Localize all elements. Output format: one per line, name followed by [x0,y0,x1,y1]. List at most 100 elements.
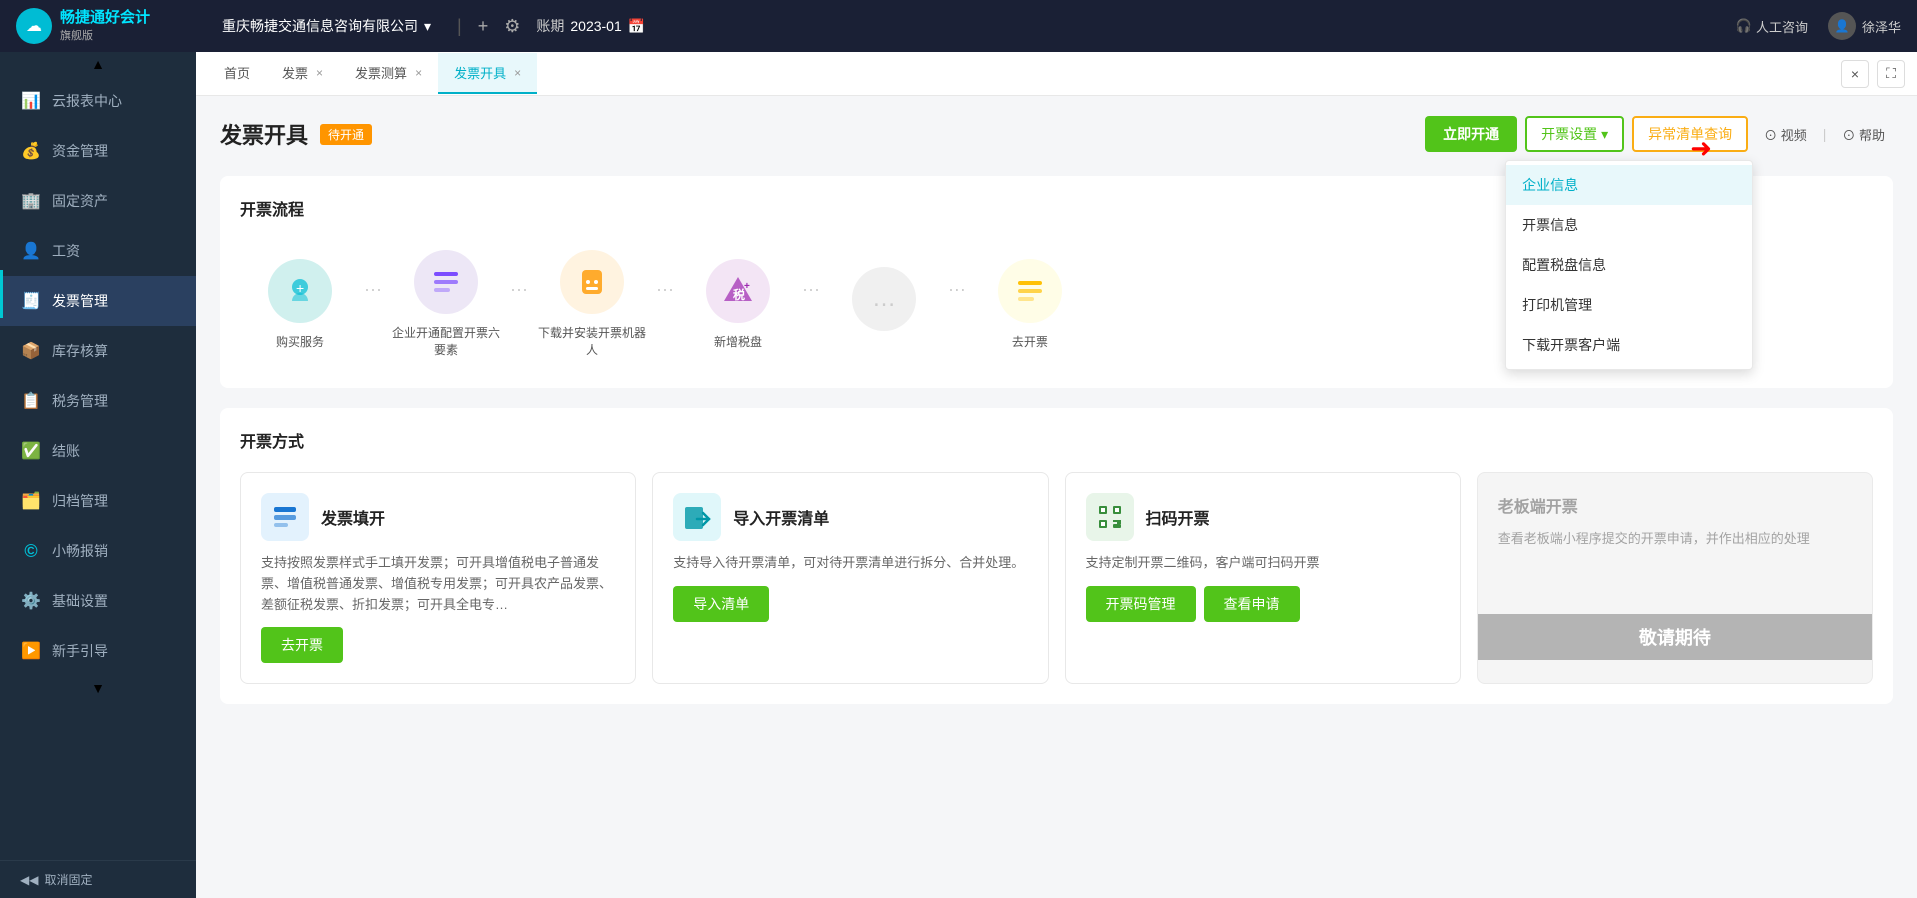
invoice-info-label: 开票信息 [1522,215,1578,235]
tab-close-btn[interactable]: × [1841,60,1869,88]
scroll-down-arrow[interactable]: ▼ [0,676,196,700]
tab-invoice-close[interactable]: × [316,66,323,80]
support-btn[interactable]: 🎧 人工咨询 [1736,17,1808,36]
boss-invoice-desc: 查看老板端小程序提交的开票申请，并作出相应的处理 [1498,529,1852,550]
flow-step-placeholder1: … [824,267,944,341]
tab-invoice-label: 发票 [282,63,308,82]
go-invoice-icon [998,259,1062,323]
headphone-icon: 🎧 [1736,18,1752,34]
sidebar-item-label: 库存核算 [52,341,108,361]
settings-btn-label: 开票设置 [1541,124,1597,144]
fixed-assets-icon: 🏢 [20,190,42,212]
tab-invoice-calc-close[interactable]: × [415,66,422,80]
help-btn[interactable]: ⊙ 帮助 [1834,119,1893,150]
view-apply-btn[interactable]: 查看申请 [1204,586,1300,622]
tab-invoice-calc[interactable]: 发票测算 × [339,53,438,94]
flow-connector-5: ··· [944,279,970,300]
sidebar-item-archive[interactable]: 🗂️ 归档管理 [0,476,196,526]
tax-mgmt-icon: 📋 [20,390,42,412]
chevron-down-icon: ▾ [424,18,431,35]
buy-service-icon: + [268,259,332,323]
svg-text:+: + [744,281,750,292]
tab-invoice-open[interactable]: 发票开具 × [438,53,537,94]
collapse-label: 取消固定 [44,871,92,888]
sidebar-item-inventory[interactable]: 📦 库存核算 [0,326,196,376]
tab-invoice-open-close[interactable]: × [514,66,521,80]
sidebar-collapse-btn[interactable]: ◀◀ 取消固定 [0,860,196,898]
inventory-icon: 📦 [20,340,42,362]
settings-dropdown-icon: ▾ [1601,126,1608,143]
method-card-scan-qr: 扫码开票 支持定制开票二维码，客户端可扫码开票 开票码管理 查看申请 [1065,472,1461,684]
sidebar-item-tax-mgmt[interactable]: 📋 税务管理 [0,376,196,426]
qr-mgmt-btn[interactable]: 开票码管理 [1086,586,1196,622]
methods-section: 开票方式 发票填开 支持按照发票样式手工填开发票；可开具增值税电子普通发票、增值… [220,408,1893,704]
download-robot-icon [560,250,624,314]
manual-fill-desc: 支持按照发票样式手工填开发票；可开具增值税电子普通发票、增值税普通发票、增值税专… [261,553,615,615]
company-name: 重庆畅捷交通信息咨询有限公司 [222,16,418,36]
sidebar-item-guide[interactable]: ▶️ 新手引导 [0,626,196,676]
scroll-up-arrow[interactable]: ▲ [0,52,196,76]
page-actions: 立即开通 开票设置 ▾ 异常清单查询 ⊙ 视频 | ⊙ 帮助 ➜ 企业信息 [1425,116,1893,152]
period-display: 账期 2023-01 📅 [536,16,645,36]
import-list-title: 导入开票清单 [733,505,829,529]
header-right: 🎧 人工咨询 👤 徐泽华 [1736,12,1901,40]
dropdown-item-tax-config[interactable]: 配置税盘信息 [1506,245,1752,285]
sidebar-item-fund-mgmt[interactable]: 💰 资金管理 [0,126,196,176]
config-enterprise-icon [414,250,478,314]
sidebar-item-label: 基础设置 [52,591,108,611]
printer-mgmt-label: 打印机管理 [1522,295,1592,315]
go-invoice-btn[interactable]: 去开票 [261,627,343,663]
flow-connector-3: ··· [652,279,678,300]
activate-btn[interactable]: 立即开通 [1425,116,1517,152]
sidebar-item-invoice-mgmt[interactable]: 🧾 发票管理 [0,276,196,326]
sidebar-item-report[interactable]: © 小畅报销 [0,526,196,576]
tab-invoice-calc-label: 发票测算 [355,63,407,82]
dropdown-item-download-client[interactable]: 下载开票客户端 [1506,325,1752,365]
sidebar-item-settings[interactable]: ⚙️ 基础设置 [0,576,196,626]
company-selector[interactable]: 重庆畅捷交通信息咨询有限公司 ▾ [212,10,441,42]
manual-fill-header: 发票填开 [261,493,615,541]
sidebar-item-fixed-assets[interactable]: 🏢 固定资产 [0,176,196,226]
import-list-desc: 支持导入待开票清单，可对待开票清单进行拆分、合并处理。 [673,553,1027,574]
user-name: 徐泽华 [1862,17,1901,36]
flow-connector-1: ··· [360,279,386,300]
status-badge: 待开通 [320,124,372,145]
method-card-boss-invoice: 老板端开票 查看老板端小程序提交的开票申请，并作出相应的处理 敬请期待 [1477,472,1873,684]
tab-invoice[interactable]: 发票 × [266,53,339,94]
scan-qr-desc: 支持定制开票二维码，客户端可扫码开票 [1086,553,1440,574]
video-btn[interactable]: ⊙ 视频 [1756,119,1815,150]
sidebar-item-label: 固定资产 [52,191,108,211]
sidebar-item-payroll[interactable]: 👤 工资 [0,226,196,276]
page-header: 发票开具 待开通 立即开通 开票设置 ▾ 异常清单查询 ⊙ 视频 | ⊙ 帮助 [220,116,1893,152]
sidebar-item-accounting[interactable]: ✅ 结账 [0,426,196,476]
add-company-icon[interactable]: + [478,16,489,37]
import-list-btn[interactable]: 导入清单 [673,586,769,622]
logo-area: ☁ 畅捷通好会计 旗舰版 [16,8,196,44]
dropdown-item-printer-mgmt[interactable]: 打印机管理 [1506,285,1752,325]
calendar-icon[interactable]: 📅 [628,18,645,35]
header-settings-icon[interactable]: ⚙ [504,16,520,37]
overlay-text: 敬请期待 [1478,614,1872,660]
flow-connector-4: ··· [798,279,824,300]
sidebar-item-cloud-report[interactable]: 📊 云报表中心 [0,76,196,126]
settings-btn[interactable]: 开票设置 ▾ [1525,116,1624,152]
import-list-icon [673,493,721,541]
dropdown-item-company-info[interactable]: 企业信息 [1506,165,1752,205]
add-tax-icon: 税+ [706,259,770,323]
tab-home[interactable]: 首页 [208,53,266,94]
red-arrow-icon: ➜ [1690,133,1712,164]
tab-expand-btn[interactable]: ⛶ [1877,60,1905,88]
main-layout: ▲ 📊 云报表中心 💰 资金管理 🏢 固定资产 👤 工资 🧾 发票管理 📦 库存… [0,52,1917,898]
tax-config-label: 配置税盘信息 [1522,255,1606,275]
tabs-bar: 首页 发票 × 发票测算 × 发票开具 × × ⛶ [196,52,1917,96]
settings-dropdown-menu: ➜ 企业信息 开票信息 配置税盘信息 打印机管理 [1505,160,1753,370]
archive-icon: 🗂️ [20,490,42,512]
flow-step-go-invoice: 去开票 [970,259,1090,350]
placeholder1-icon: … [852,267,916,331]
avatar: 👤 [1828,12,1856,40]
dropdown-item-invoice-info[interactable]: 开票信息 [1506,205,1752,245]
user-menu[interactable]: 👤 徐泽华 [1828,12,1901,40]
methods-section-title: 开票方式 [240,428,1873,452]
import-list-header: 导入开票清单 [673,493,1027,541]
method-card-manual-fill: 发票填开 支持按照发票样式手工填开发票；可开具增值税电子普通发票、增值税普通发票… [240,472,636,684]
